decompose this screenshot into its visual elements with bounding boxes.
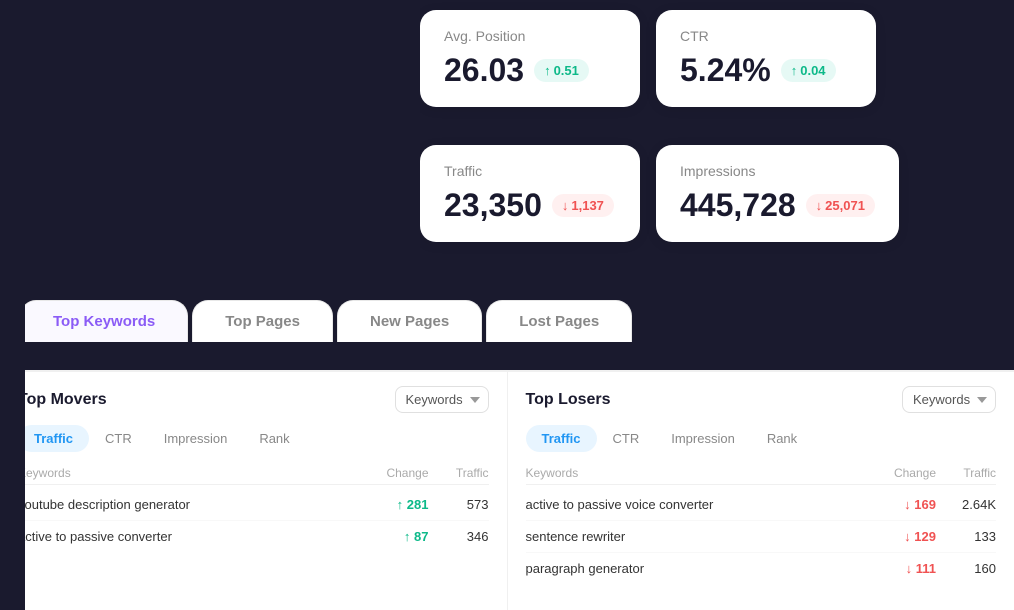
impressions-label: Impressions — [680, 163, 875, 179]
table-row: sentence rewriter ↓ 129 133 — [526, 521, 997, 553]
traffic-1-2: 346 — [429, 529, 489, 544]
tab-top-pages[interactable]: Top Pages — [192, 300, 333, 342]
tab-top-keywords[interactable]: Top Keywords — [20, 300, 188, 342]
down-arrow-icon-1: ↓ — [904, 497, 911, 512]
col-keywords-2: Keywords — [526, 466, 867, 480]
table-row: active to passive voice converter ↓ 169 … — [526, 489, 997, 521]
keyword-2-2: sentence rewriter — [526, 529, 867, 544]
top-losers-table-header: Keywords Change Traffic — [526, 462, 997, 485]
traffic-2-1: 2.64K — [936, 497, 996, 512]
sub-tab-rank-1[interactable]: Rank — [243, 425, 305, 452]
arrow-down-icon-2: ↓ — [816, 198, 823, 213]
sub-tab-impression-2[interactable]: Impression — [655, 425, 751, 452]
top-movers-title: Top Movers — [18, 391, 107, 409]
sub-tab-impression-1[interactable]: Impression — [148, 425, 244, 452]
sub-tab-traffic-2[interactable]: Traffic — [526, 425, 597, 452]
sub-tab-traffic-1[interactable]: Traffic — [18, 425, 89, 452]
impressions-badge: ↓ 25,071 — [806, 194, 875, 217]
top-losers-dropdown[interactable]: Keywords Pages — [902, 386, 996, 413]
traffic-badge-value: 1,137 — [571, 198, 604, 213]
up-arrow-icon-2: ↑ — [404, 529, 411, 544]
keyword-1-1: youtube description generator — [18, 497, 359, 512]
impressions-value: 445,728 — [680, 187, 796, 224]
col-change-2: Change — [866, 466, 936, 480]
top-losers-sub-tabs: Traffic CTR Impression Rank — [526, 425, 997, 452]
table-row: active to passive converter ↑ 87 346 — [18, 521, 489, 552]
sub-tab-rank-2[interactable]: Rank — [751, 425, 813, 452]
arrow-up-icon-2: ↑ — [791, 63, 798, 78]
traffic-2-2: 133 — [936, 529, 996, 544]
arrow-up-icon: ↑ — [544, 63, 551, 78]
ctr-value-row: 5.24% ↑ 0.04 — [680, 52, 852, 89]
arrow-down-icon: ↓ — [562, 198, 569, 213]
middle-metrics-row: Traffic 23,350 ↓ 1,137 Impressions 445,7… — [420, 145, 899, 242]
avg-position-badge-value: 0.51 — [554, 63, 579, 78]
ctr-value: 5.24% — [680, 52, 771, 89]
ctr-label: CTR — [680, 28, 852, 44]
traffic-value: 23,350 — [444, 187, 542, 224]
down-arrow-icon-3: ↓ — [906, 561, 913, 576]
main-content: Avg. Position 26.03 ↑ 0.51 CTR 5.24% ↑ 0… — [0, 0, 1014, 610]
table-row: paragraph generator ↓ 111 160 — [526, 553, 997, 584]
panels-container: Top Movers Keywords Pages Traffic CTR Im… — [0, 370, 1014, 610]
change-2-3: ↓ 111 — [866, 561, 936, 576]
sub-tab-ctr-1[interactable]: CTR — [89, 425, 148, 452]
keyword-2-1: active to passive voice converter — [526, 497, 867, 512]
avg-position-label: Avg. Position — [444, 28, 616, 44]
top-losers-title: Top Losers — [526, 391, 611, 409]
traffic-2-3: 160 — [936, 561, 996, 576]
table-row: youtube description generator ↑ 281 573 — [18, 489, 489, 521]
avg-position-value-row: 26.03 ↑ 0.51 — [444, 52, 616, 89]
ctr-card: CTR 5.24% ↑ 0.04 — [656, 10, 876, 107]
ctr-badge-value: 0.04 — [800, 63, 825, 78]
top-movers-dropdown[interactable]: Keywords Pages — [395, 386, 489, 413]
top-losers-header: Top Losers Keywords Pages — [526, 386, 997, 413]
tabs-container: Top Keywords Top Pages New Pages Lost Pa… — [0, 300, 1014, 342]
traffic-1-1: 573 — [429, 497, 489, 512]
traffic-label: Traffic — [444, 163, 616, 179]
traffic-value-row: 23,350 ↓ 1,137 — [444, 187, 616, 224]
impressions-badge-value: 25,071 — [825, 198, 865, 213]
col-keywords-1: Keywords — [18, 466, 359, 480]
change-1-1: ↑ 281 — [359, 497, 429, 512]
avg-position-value: 26.03 — [444, 52, 524, 89]
change-2-2: ↓ 129 — [866, 529, 936, 544]
dark-bg-left — [0, 0, 420, 300]
traffic-card: Traffic 23,350 ↓ 1,137 — [420, 145, 640, 242]
impressions-card: Impressions 445,728 ↓ 25,071 — [656, 145, 899, 242]
dark-bg-bottom-left — [0, 300, 25, 610]
change-2-1: ↓ 169 — [866, 497, 936, 512]
down-arrow-icon-2: ↓ — [904, 529, 911, 544]
up-arrow-icon: ↑ — [397, 497, 404, 512]
top-losers-panel: Top Losers Keywords Pages Traffic CTR Im… — [508, 372, 1014, 610]
tab-new-pages[interactable]: New Pages — [337, 300, 482, 342]
ctr-badge: ↑ 0.04 — [781, 59, 836, 82]
col-traffic-2: Traffic — [936, 466, 996, 480]
avg-position-card: Avg. Position 26.03 ↑ 0.51 — [420, 10, 640, 107]
top-movers-header: Top Movers Keywords Pages — [18, 386, 489, 413]
col-change-1: Change — [359, 466, 429, 480]
col-traffic-1: Traffic — [429, 466, 489, 480]
traffic-badge: ↓ 1,137 — [552, 194, 614, 217]
sub-tab-ctr-2[interactable]: CTR — [597, 425, 656, 452]
top-movers-panel: Top Movers Keywords Pages Traffic CTR Im… — [0, 372, 508, 610]
avg-position-badge: ↑ 0.51 — [534, 59, 589, 82]
top-movers-table-header: Keywords Change Traffic — [18, 462, 489, 485]
top-movers-sub-tabs: Traffic CTR Impression Rank — [18, 425, 489, 452]
top-metrics-row: Avg. Position 26.03 ↑ 0.51 CTR 5.24% ↑ 0… — [420, 10, 876, 107]
tab-lost-pages[interactable]: Lost Pages — [486, 300, 632, 342]
keyword-2-3: paragraph generator — [526, 561, 867, 576]
impressions-value-row: 445,728 ↓ 25,071 — [680, 187, 875, 224]
change-1-2: ↑ 87 — [359, 529, 429, 544]
keyword-1-2: active to passive converter — [18, 529, 359, 544]
